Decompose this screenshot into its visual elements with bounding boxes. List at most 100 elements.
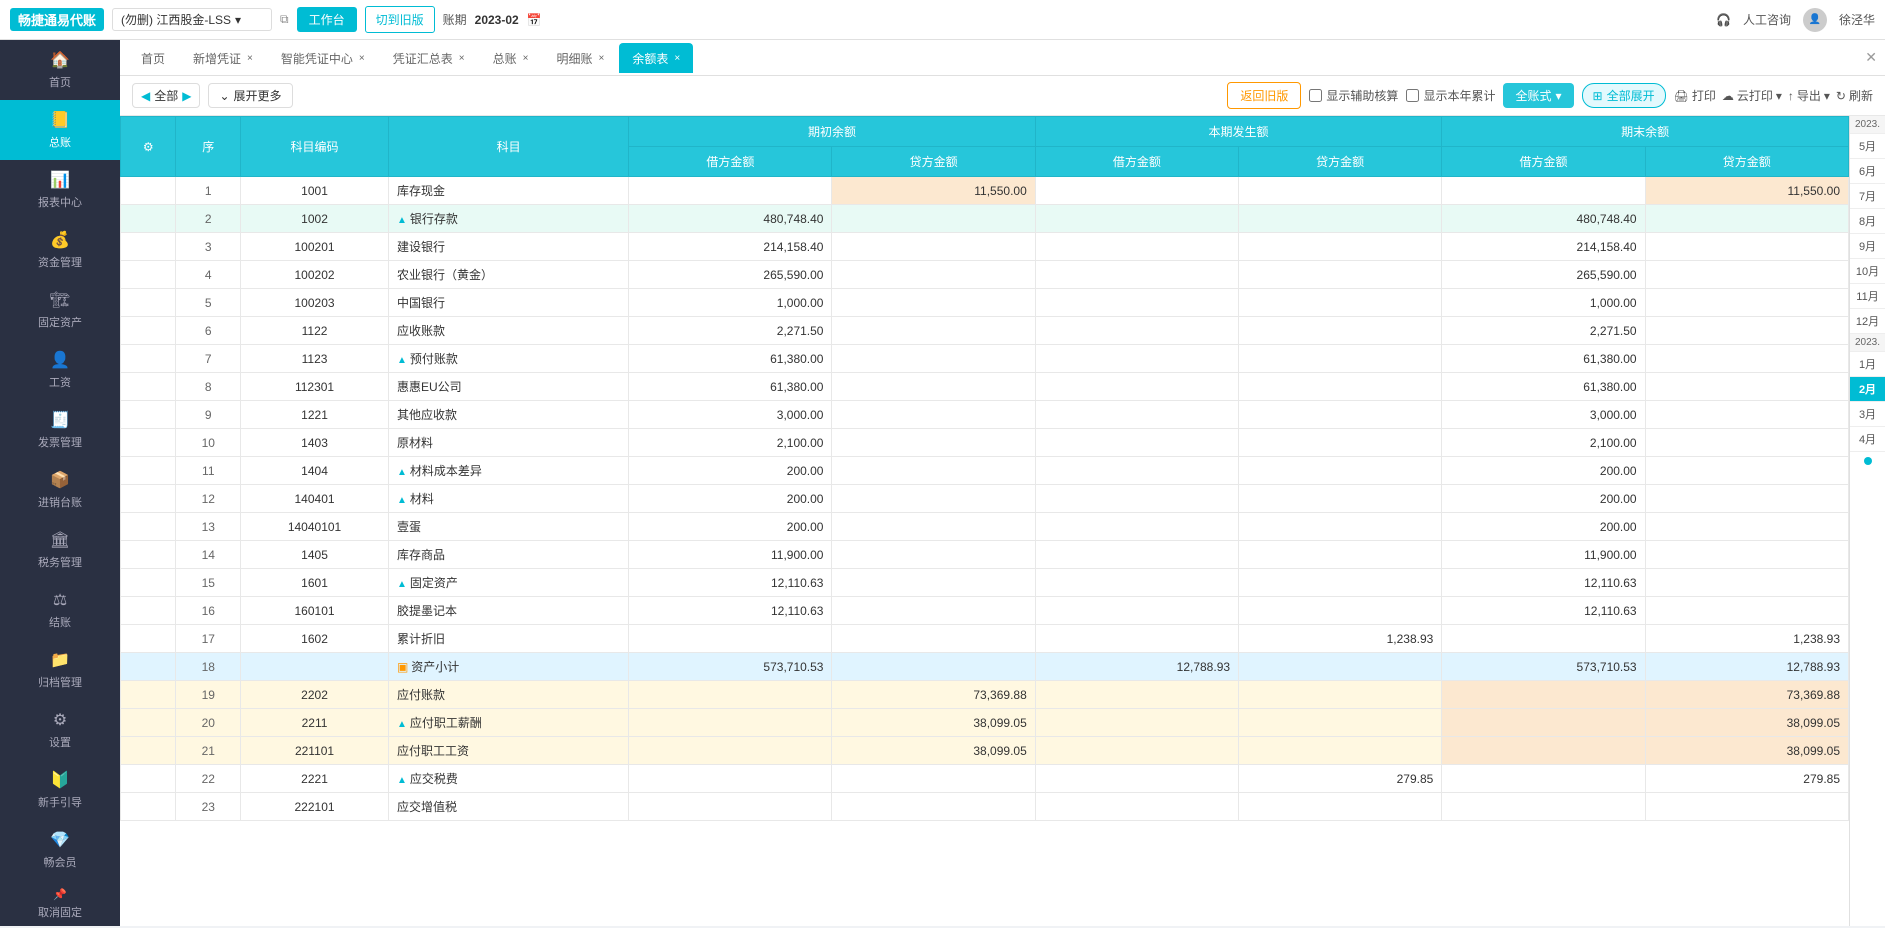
sidebar-item-home[interactable]: 🏠 首页 [0,40,120,100]
settings-col-header[interactable]: ⚙ [121,117,176,177]
sidebar-item-purchase[interactable]: 📦 进销台账 [0,460,120,520]
tab-ledger[interactable]: 总账 × [480,43,542,73]
full-format-button[interactable]: 全账式 ▾ [1503,83,1573,108]
tab-add-voucher[interactable]: 新增凭证 × [180,43,266,73]
row-name-cell[interactable]: 农业银行（黄金） [388,261,628,289]
row-name-cell[interactable]: 惠惠EU公司 [388,373,628,401]
row-closing-debit: 200.00 [1442,513,1645,541]
timeline-month-3[interactable]: 3月 [1850,402,1885,427]
table-row: 4100202农业银行（黄金）265,590.00265,590.00 [121,261,1849,289]
expand-more-button[interactable]: ⌄ 展开更多 [208,83,292,108]
row-name-cell[interactable]: 库存现金 [388,177,628,205]
timeline-month-10[interactable]: 10月 [1850,259,1885,284]
return-old-button[interactable]: 返回旧版 [1227,82,1301,109]
tab-home[interactable]: 首页 [128,43,178,73]
row-closing-credit [1645,401,1848,429]
export-button[interactable]: ↑ 导出 ▾ [1788,87,1830,104]
row-name-cell[interactable]: ▲固定资产 [388,569,628,597]
row-name-cell[interactable]: ▲银行存款 [388,205,628,233]
row-current-debit [1035,709,1238,737]
print-icon: 🖨 [1674,89,1689,103]
row-settings-cell [121,625,176,653]
tab-voucher-summary[interactable]: 凭证汇总表 × [380,43,478,73]
check-annual-input[interactable] [1406,89,1419,102]
sidebar-item-salary[interactable]: 👤 工资 [0,340,120,400]
row-closing-credit [1645,373,1848,401]
row-name-cell[interactable]: ▲材料成本差异 [388,457,628,485]
expand-all-toggle[interactable]: ⊞ 全部展开 [1582,83,1666,108]
row-name-cell[interactable]: ▣资产小计 [388,653,628,681]
row-closing-credit [1645,485,1848,513]
row-name-cell[interactable]: 胶提墨记本 [388,597,628,625]
tab-smart-voucher-close[interactable]: × [359,53,365,64]
company-selector[interactable]: (勿删) 江西股金-LSS ▾ [112,8,272,31]
tab-balance[interactable]: 余额表 × [619,43,693,73]
consult-label[interactable]: 人工咨询 [1743,11,1791,28]
sidebar-bottom-unpin[interactable]: 📌 取消固定 [0,880,120,928]
row-name-cell[interactable]: ▲材料 [388,485,628,513]
tab-detail-close[interactable]: × [598,53,604,64]
timeline-month-5[interactable]: 5月 [1850,134,1885,159]
sidebar-item-archive[interactable]: 📁 归档管理 [0,640,120,700]
row-name-cell[interactable]: 其他应收款 [388,401,628,429]
timeline-month-2[interactable]: 2月 [1850,377,1885,402]
balance-table: ⚙ 序 科目编码 科目 期初余额 本期发生额 期末余额 借方金额 贷方金额 [120,116,1849,821]
check-aux-input[interactable] [1309,89,1322,102]
timeline-month-1[interactable]: 1月 [1850,352,1885,377]
row-name-cell[interactable]: 累计折旧 [388,625,628,653]
row-name-cell[interactable]: 建设银行 [388,233,628,261]
cloud-print-button[interactable]: ☁ 云打印 ▾ [1722,87,1782,104]
row-name-cell[interactable]: 应付账款 [388,681,628,709]
row-name-cell[interactable]: 应交增值税 [388,793,628,821]
close-page-icon[interactable]: ✕ [1865,49,1877,66]
row-name-cell[interactable]: 应收账款 [388,317,628,345]
sidebar-item-invoice[interactable]: 🧾 发票管理 [0,400,120,460]
row-name-cell[interactable]: 应付职工工资 [388,737,628,765]
row-name-cell[interactable]: 原材料 [388,429,628,457]
timeline-month-12[interactable]: 12月 [1850,309,1885,334]
tab-balance-close[interactable]: × [674,53,680,64]
switch-version-button[interactable]: 切到旧版 [365,6,435,33]
row-name-cell[interactable]: ▲应交税费 [388,765,628,793]
sidebar-item-asset[interactable]: 🏗 固定资产 [0,280,120,340]
row-name-cell[interactable]: 中国银行 [388,289,628,317]
row-num-cell: 5 [176,289,241,317]
sidebar-item-guide[interactable]: 🔰 新手引导 [0,760,120,820]
row-settings-cell [121,709,176,737]
tab-smart-voucher[interactable]: 智能凭证中心 × [268,43,378,73]
sidebar-item-ledger[interactable]: 📒 总账 [0,100,120,160]
print-button[interactable]: 🖨 打印 [1674,87,1716,104]
timeline-month-9[interactable]: 9月 [1850,234,1885,259]
row-name-cell[interactable]: 库存商品 [388,541,628,569]
timeline-month-7[interactable]: 7月 [1850,184,1885,209]
row-closing-credit: 1,238.93 [1645,625,1848,653]
workspace-button[interactable]: 工作台 [297,7,357,32]
row-name-cell[interactable]: ▲应付职工薪酬 [388,709,628,737]
sidebar-label-tax: 税务管理 [38,554,82,570]
sidebar-item-report[interactable]: 📊 报表中心 [0,160,120,220]
timeline-month-11[interactable]: 11月 [1850,284,1885,309]
tab-ledger-close[interactable]: × [523,53,529,64]
sidebar-item-tax[interactable]: 🏛 税务管理 [0,520,120,580]
copy-icon[interactable]: ⧉ [280,12,289,27]
tab-detail[interactable]: 明细账 × [543,43,617,73]
sidebar-item-settings[interactable]: ⚙ 设置 [0,700,120,760]
timeline-month-8[interactable]: 8月 [1850,209,1885,234]
tab-add-voucher-close[interactable]: × [247,53,253,64]
timeline-month-6[interactable]: 6月 [1850,159,1885,184]
filter-all-button[interactable]: ◀ 全部 ▶ [132,83,200,108]
export-label: 导出 [1797,87,1821,104]
calendar-icon[interactable]: 📅 [527,13,542,27]
sidebar-item-settle[interactable]: ⚖ 结账 [0,580,120,640]
sidebar-item-fund[interactable]: 💰 资金管理 [0,220,120,280]
row-code-cell: 100203 [241,289,389,317]
sidebar-item-member[interactable]: 💎 畅会员 [0,820,120,880]
tab-voucher-summary-close[interactable]: × [459,53,465,64]
row-name-cell[interactable]: 壹蛋 [388,513,628,541]
timeline-month-4[interactable]: 4月 [1850,427,1885,452]
gear-icon[interactable]: ⚙ [143,140,154,154]
sidebar-label-settings: 设置 [49,734,71,750]
refresh-button[interactable]: ↻ 刷新 [1836,87,1873,104]
username[interactable]: 徐泾华 [1839,11,1875,28]
row-name-cell[interactable]: ▲预付账款 [388,345,628,373]
